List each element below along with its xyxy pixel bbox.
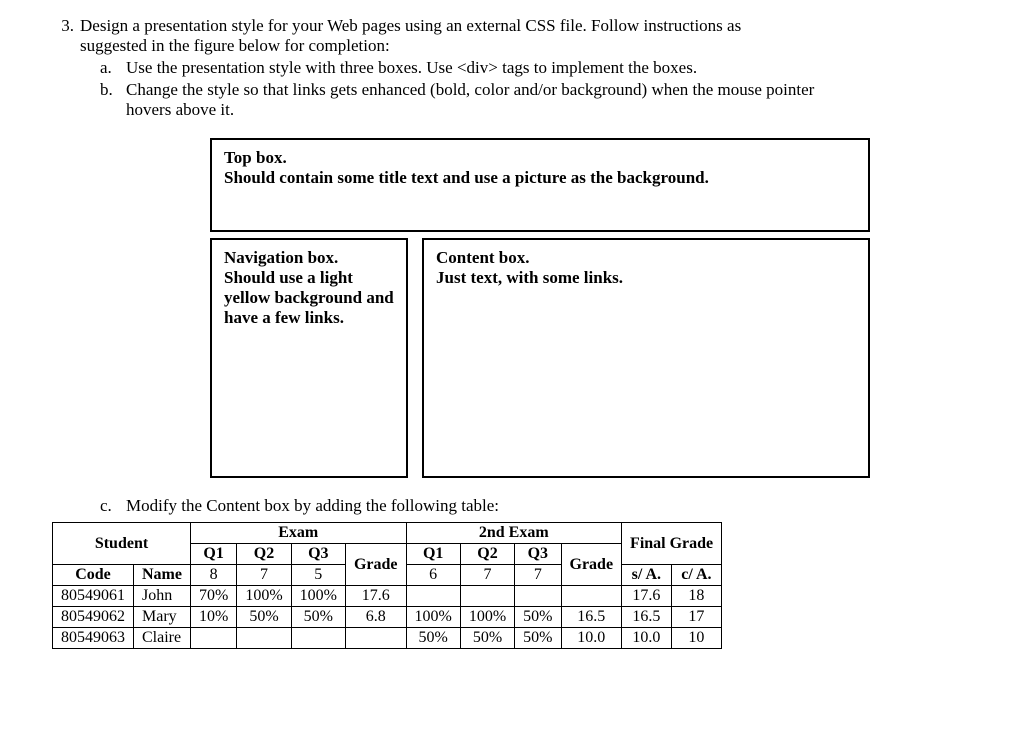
col-final-grade: Final Grade [622,523,722,565]
grades-table: Student Exam 2nd Exam Final Grade Q1 Q2 … [52,522,722,649]
content-box-sub: Just text, with some links. [436,268,856,288]
cell-name: John [134,586,191,607]
cell-q2a: 50% [237,607,291,628]
question-text-line2: suggested in the figure below for comple… [80,36,390,55]
nav-box-title: Navigation box. [224,248,394,268]
cell-q1b: 50% [406,628,460,649]
cell-ga: 17.6 [345,586,406,607]
cell-gb: 10.0 [561,628,622,649]
cell-q2b: 100% [460,607,514,628]
cell-q3b [515,586,561,607]
col-exam2-grade: Grade [561,544,622,586]
col-code: Code [53,565,134,586]
subitem-c-label: c. [80,496,126,516]
col-exam2-q2: Q2 [460,544,514,565]
subitem-b-body: Change the style so that links gets enha… [126,80,984,120]
cell-ga: 6.8 [345,607,406,628]
weight-q1a: 8 [190,565,236,586]
top-box-sub: Should contain some title text and use a… [224,168,856,188]
weight-q3a: 5 [291,565,345,586]
top-box-title: Top box. [224,148,856,168]
cell-q2a: 100% [237,586,291,607]
subitem-b: b. Change the style so that links gets e… [80,80,984,120]
cell-sa: 17.6 [622,586,672,607]
content-box: Content box. Just text, with some links. [422,238,870,478]
cell-ca: 10 [671,628,722,649]
col-exam2-q3: Q3 [515,544,561,565]
col-exam-grade: Grade [345,544,406,586]
question-body: Design a presentation style for your Web… [80,16,984,516]
col-exam-q3: Q3 [291,544,345,565]
cell-q1b [406,586,460,607]
table-row: 80549062 Mary 10% 50% 50% 6.8 100% 100% … [53,607,722,628]
table-row: 80549061 John 70% 100% 100% 17.6 17.6 18 [53,586,722,607]
cell-q1b: 100% [406,607,460,628]
cell-code: 80549062 [53,607,134,628]
weight-q2a: 7 [237,565,291,586]
subitem-c-text: Modify the Content box by adding the fol… [126,496,984,516]
cell-ca: 17 [671,607,722,628]
col-sa: s/ A. [622,565,672,586]
subitem-b-text-line1: Change the style so that links gets enha… [126,80,814,99]
col-exam-q2: Q2 [237,544,291,565]
subitem-a-text: Use the presentation style with three bo… [126,58,984,78]
nav-box-sub: Should use a light yellow background and… [224,268,394,328]
cell-q1a: 70% [190,586,236,607]
cell-name: Mary [134,607,191,628]
cell-ga [345,628,406,649]
subitem-a: a. Use the presentation style with three… [80,58,984,78]
col-2nd-exam: 2nd Exam [406,523,622,544]
cell-name: Claire [134,628,191,649]
col-exam2-q1: Q1 [406,544,460,565]
col-exam-q1: Q1 [190,544,236,565]
weight-q2b: 7 [460,565,514,586]
question-text-line1: Design a presentation style for your Web… [80,16,741,35]
cell-q3b: 50% [515,628,561,649]
table-header-row-1: Student Exam 2nd Exam Final Grade [53,523,722,544]
content-box-title: Content box. [436,248,856,268]
cell-q3b: 50% [515,607,561,628]
cell-gb: 16.5 [561,607,622,628]
cell-q2b: 50% [460,628,514,649]
cell-q1a: 10% [190,607,236,628]
cell-gb [561,586,622,607]
question-3: 3. Design a presentation style for your … [40,16,984,516]
table-row: 80549063 Claire 50% 50% 50% 10.0 10.0 10 [53,628,722,649]
cell-q3a: 100% [291,586,345,607]
question-number: 3. [40,16,80,36]
col-exam: Exam [190,523,406,544]
col-ca: c/ A. [671,565,722,586]
weight-q3b: 7 [515,565,561,586]
cell-code: 80549063 [53,628,134,649]
cell-q2a [237,628,291,649]
navigation-box: Navigation box. Should use a light yello… [210,238,408,478]
cell-code: 80549061 [53,586,134,607]
weight-q1b: 6 [406,565,460,586]
col-student: Student [53,523,191,565]
subitem-a-label: a. [80,58,126,78]
cell-sa: 10.0 [622,628,672,649]
top-box: Top box. Should contain some title text … [210,138,870,232]
cell-q1a [190,628,236,649]
subitem-c: c. Modify the Content box by adding the … [80,496,984,516]
cell-q3a [291,628,345,649]
cell-ca: 18 [671,586,722,607]
col-name: Name [134,565,191,586]
subitem-b-text-line2: hovers above it. [126,100,234,119]
subitem-b-label: b. [80,80,126,100]
layout-figure: Top box. Should contain some title text … [210,138,870,478]
cell-q3a: 50% [291,607,345,628]
cell-sa: 16.5 [622,607,672,628]
cell-q2b [460,586,514,607]
